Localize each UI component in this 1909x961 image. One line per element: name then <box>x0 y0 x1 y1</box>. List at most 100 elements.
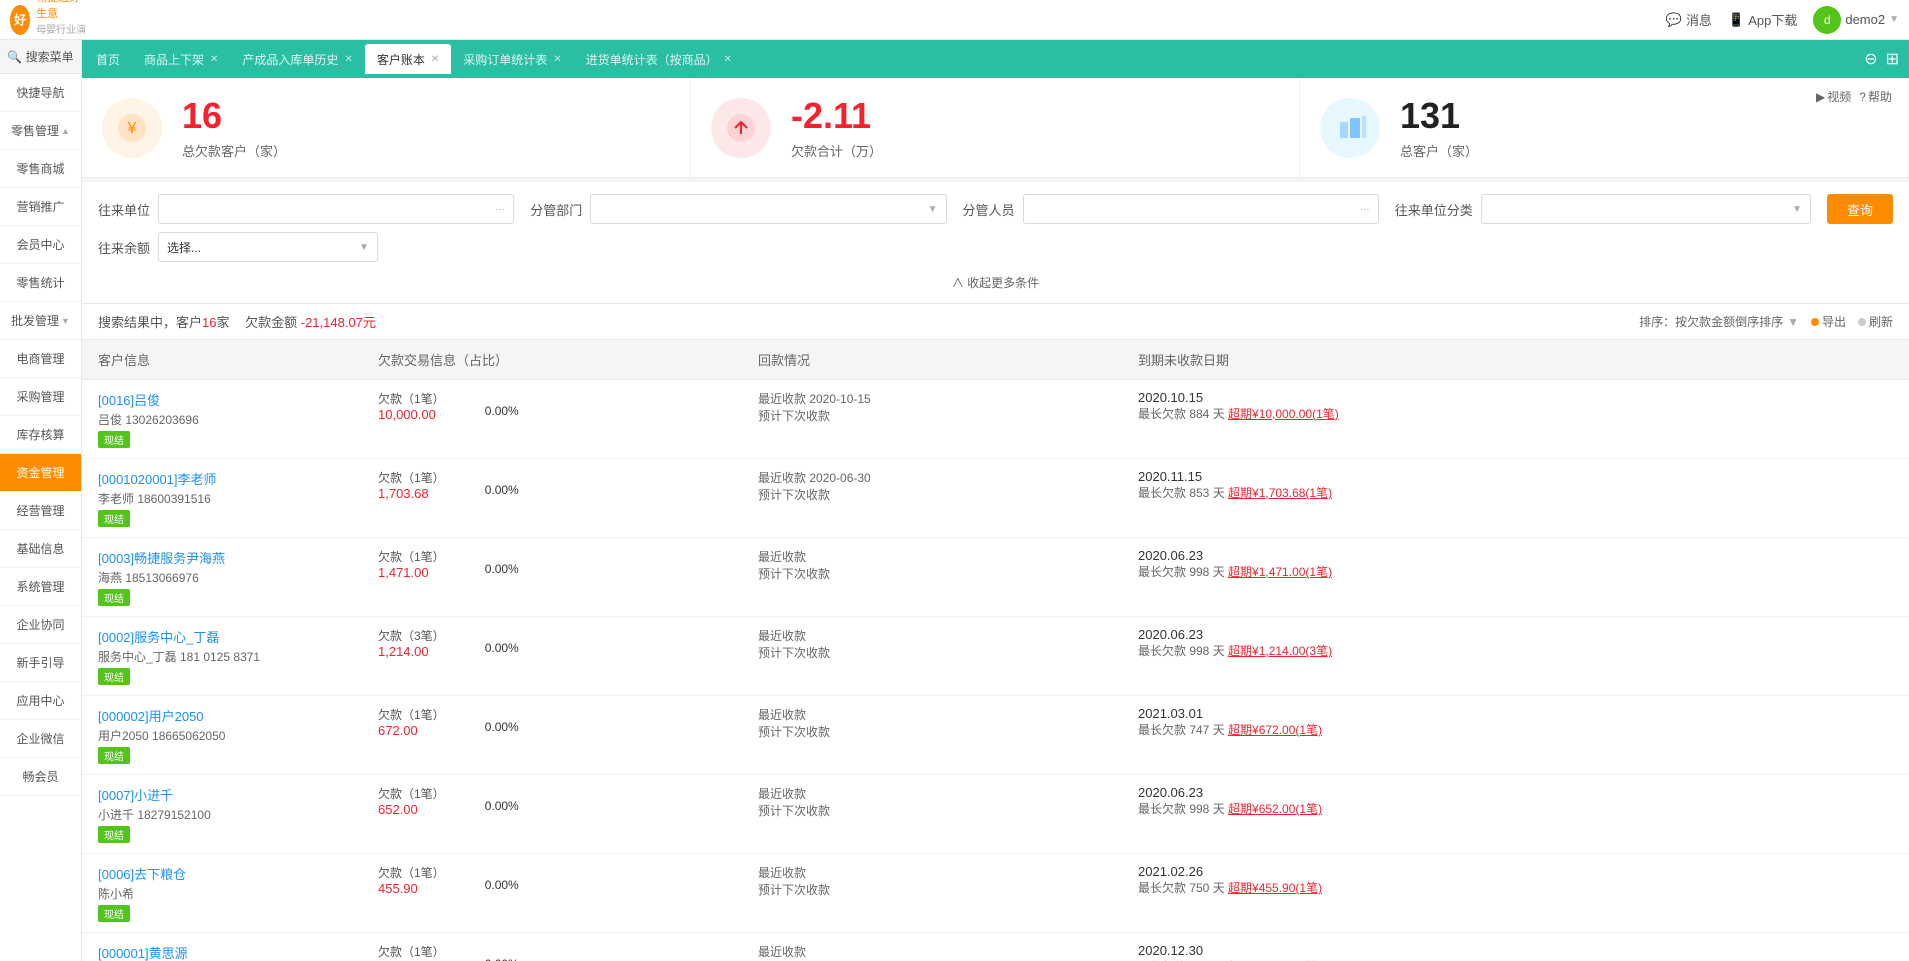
overdue-days: 最长欠款 998 天 超期¥652.00(1笔) <box>1138 800 1893 817</box>
next-payment: 预计下次收款 <box>758 644 1106 661</box>
app-download-button[interactable]: 📱 App下载 <box>1728 10 1797 29</box>
customer-name-link[interactable]: [0001020001]李老师 <box>98 472 217 487</box>
sidebar-search[interactable]: 🔍 搜索菜单 <box>0 40 81 74</box>
overdue-link[interactable]: 超期¥1,471.00(1笔) <box>1228 565 1332 579</box>
customer-info-cell: [0003]畅捷服务尹海燕 海燕 18513066976 现结 <box>82 538 362 617</box>
source-category-label: 往来单位分类 <box>1395 200 1473 219</box>
sort-selector[interactable]: 排序：按欠款金额倒序排序 ▼ <box>1639 313 1799 330</box>
due-date: 2020.11.15 <box>1138 469 1893 484</box>
debt-pct: 0.00% <box>485 641 519 655</box>
sidebar-item-system[interactable]: 系统管理 <box>0 568 81 606</box>
close-icon[interactable]: ✕ <box>724 54 732 65</box>
tab-product-history[interactable]: 产成品入库单历史 ✕ <box>230 44 364 74</box>
branch-person-label: 分管人员 <box>963 200 1015 219</box>
close-icon[interactable]: ✕ <box>344 54 352 65</box>
customer-name-link[interactable]: [0007]小进千 <box>98 788 173 803</box>
results-text: 搜索结果中，客户16家 <box>98 315 230 330</box>
filter-balance: 往来余额 选择... ▼ <box>98 232 378 262</box>
customer-name-link[interactable]: [0006]去下粮仓 <box>98 867 186 882</box>
sidebar-item-label: 会员中心 <box>16 238 64 252</box>
sidebar-item-retail-mall[interactable]: 零售商城 <box>0 150 81 188</box>
customer-name-link[interactable]: [0016]吕俊 <box>98 393 160 408</box>
sidebar-item-operations[interactable]: 经营管理 <box>0 492 81 530</box>
sidebar-item-marketing[interactable]: 营销推广 <box>0 188 81 226</box>
sidebar-item-members[interactable]: 会员中心 <box>0 226 81 264</box>
filter-row-1: 往来单位 ··· 分管部门 ▼ <box>98 194 1893 224</box>
help-icon: ? <box>1859 90 1866 104</box>
sidebar-item-enterprise-collab[interactable]: 企业协同 <box>0 606 81 644</box>
customer-name-link[interactable]: [0002]服务中心_丁磊 <box>98 630 219 645</box>
sidebar-item-guide[interactable]: 新手引导 <box>0 644 81 682</box>
customer-name-link[interactable]: [000002]用户2050 <box>98 709 204 724</box>
tab-purchase-order-stats[interactable]: 采购订单统计表 ✕ <box>451 44 573 74</box>
due-date: 2021.02.26 <box>1138 864 1893 879</box>
customer-name-link[interactable]: [0003]畅捷服务尹海燕 <box>98 551 225 566</box>
user-menu[interactable]: d demo2 ▼ <box>1813 6 1899 34</box>
last-payment: 最近收款 2020-06-30 <box>758 469 1106 486</box>
filter-source-unit: 往来单位 ··· <box>98 194 514 224</box>
window-maximize-icon[interactable]: ⊞ <box>1886 49 1899 69</box>
collapse-filter-button[interactable]: ∧ 收起更多条件 <box>98 270 1893 295</box>
overdue-link[interactable]: 超期¥672.00(1笔) <box>1228 723 1322 737</box>
sidebar-item-retail-mgmt[interactable]: 零售管理 ▲ <box>0 112 81 150</box>
sidebar-item-quick-nav[interactable]: 快捷导航 <box>0 74 81 112</box>
sidebar-item-vip[interactable]: 畅会员 <box>0 758 81 796</box>
card-2-value: -2.11 <box>791 95 882 137</box>
window-minimize-icon[interactable]: ⊖ <box>1864 49 1877 69</box>
debt-count: 欠款（1笔） <box>378 785 445 802</box>
due-date: 2020.12.30 <box>1138 943 1893 958</box>
refresh-button[interactable]: 刷新 <box>1858 313 1893 330</box>
tab-home[interactable]: 首页 <box>84 44 132 74</box>
sidebar-item-retail-stats[interactable]: 零售统计 <box>0 264 81 302</box>
logo-icon: 好 <box>10 5 30 35</box>
sidebar-item-label: 企业微信 <box>16 732 64 746</box>
recovery-cell: 最近收款 预计下次收款 <box>742 854 1122 933</box>
message-button[interactable]: 💬 消息 <box>1666 10 1712 29</box>
close-icon[interactable]: ✕ <box>210 54 218 65</box>
export-button[interactable]: 导出 <box>1811 313 1846 330</box>
sidebar-item-label: 应用中心 <box>16 694 64 708</box>
sidebar-item-base-info[interactable]: 基础信息 <box>0 530 81 568</box>
sidebar-item-finance[interactable]: 资金管理 <box>0 454 81 492</box>
balance-select[interactable]: 选择... ▼ <box>158 232 378 262</box>
customer-contact: 吕俊 13026203696 <box>98 411 346 428</box>
tab-customer-ledger[interactable]: 客户账本 ✕ <box>365 44 451 74</box>
close-icon[interactable]: ✕ <box>431 54 439 65</box>
due-date-cell: 2020.10.15 最长欠款 884 天 超期¥10,000.00(1笔) <box>1122 380 1909 459</box>
debt-customer-icon: ¥ <box>102 98 162 158</box>
overdue-link[interactable]: 超期¥455.90(1笔) <box>1228 881 1322 895</box>
table-row: [0016]吕俊 吕俊 13026203696 现结 欠款（1笔） 10,000… <box>82 380 1909 459</box>
help-button[interactable]: ? 帮助 <box>1859 88 1892 105</box>
branch-person-input[interactable]: ··· <box>1023 194 1379 224</box>
debt-info-cell: 欠款（1笔） 429.00 0.00% <box>362 933 742 961</box>
table-row: [0002]服务中心_丁磊 服务中心_丁磊 181 0125 8371 现结 欠… <box>82 617 1909 696</box>
debt-info-cell: 欠款（1笔） 1,471.00 0.00% <box>362 538 742 617</box>
recovery-cell: 最近收款 2020-10-15 预计下次收款 <box>742 380 1122 459</box>
customer-info-cell: [0016]吕俊 吕俊 13026203696 现结 <box>82 380 362 459</box>
card-3-label: 总客户（家） <box>1400 141 1478 160</box>
close-icon[interactable]: ✕ <box>553 54 561 65</box>
sidebar-item-wholesale-mgmt[interactable]: 批发管理 ▼ <box>0 302 81 340</box>
source-unit-input[interactable]: ··· <box>158 194 514 224</box>
overdue-link[interactable]: 超期¥1,703.68(1笔) <box>1228 486 1332 500</box>
sidebar-item-enterprise-wechat[interactable]: 企业微信 <box>0 720 81 758</box>
tab-product-listing[interactable]: 商品上下架 ✕ <box>132 44 230 74</box>
refresh-icon <box>1858 318 1866 326</box>
search-button[interactable]: 查询 <box>1827 194 1893 224</box>
due-date-cell: 2021.03.01 最长欠款 747 天 超期¥672.00(1笔) <box>1122 696 1909 775</box>
sidebar-item-purchase[interactable]: 采购管理 <box>0 378 81 416</box>
sidebar-item-ecommerce[interactable]: 电商管理 <box>0 340 81 378</box>
branch-dept-select[interactable]: ▼ <box>590 194 946 224</box>
sidebar-item-app-center[interactable]: 应用中心 <box>0 682 81 720</box>
overdue-link[interactable]: 超期¥1,214.00(3笔) <box>1228 644 1332 658</box>
overdue-link[interactable]: 超期¥10,000.00(1笔) <box>1228 407 1339 421</box>
card-actions: ▶ 视频 ? 帮助 <box>1816 88 1892 105</box>
customer-name-link[interactable]: [000001]黄思源 <box>98 946 188 961</box>
sidebar-item-inventory[interactable]: 库存核算 <box>0 416 81 454</box>
source-category-select[interactable]: ▼ <box>1481 194 1811 224</box>
tab-purchase-by-product[interactable]: 进货单统计表（按商品） ✕ <box>574 44 744 74</box>
debt-amount: 1,703.68 <box>378 486 445 501</box>
video-button[interactable]: ▶ 视频 <box>1816 88 1851 105</box>
card-1-info: 16 总欠款客户（家） <box>182 95 286 160</box>
overdue-link[interactable]: 超期¥652.00(1笔) <box>1228 802 1322 816</box>
